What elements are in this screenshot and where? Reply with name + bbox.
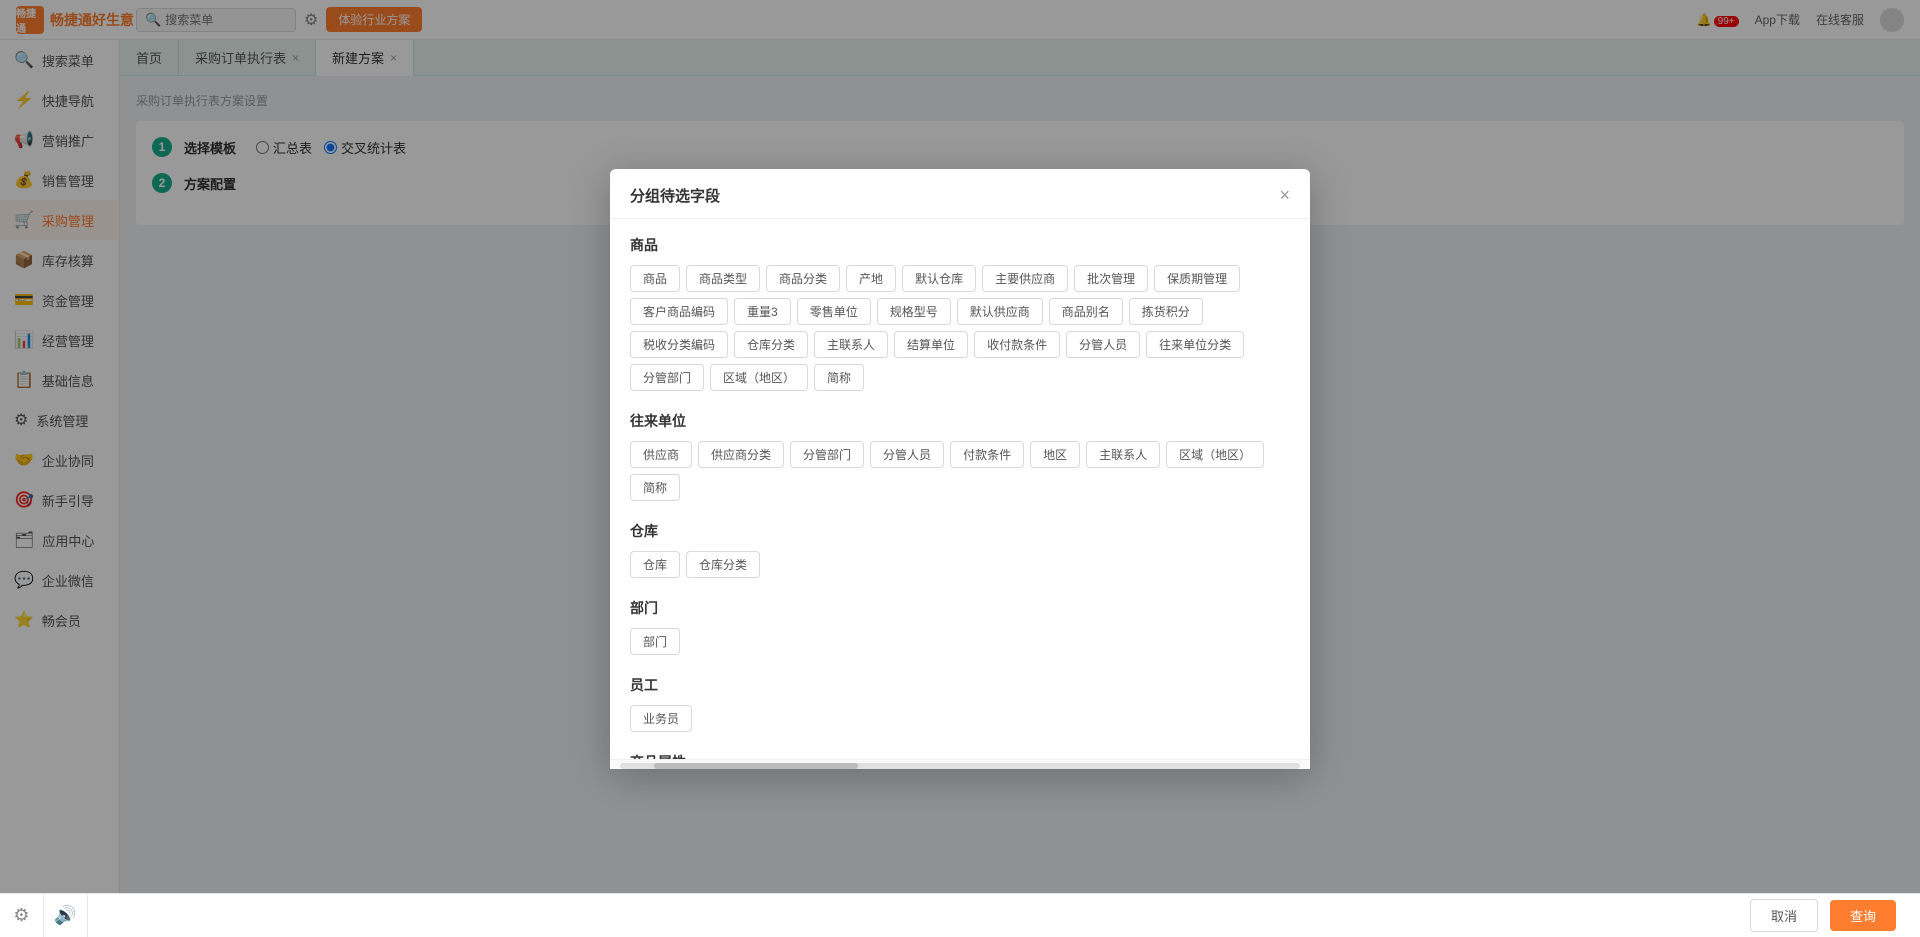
field-tag[interactable]: 商品类型 <box>686 265 760 292</box>
modal-title: 分组待选字段 <box>630 185 720 206</box>
field-tag[interactable]: 区域（地区） <box>710 364 808 391</box>
field-tag[interactable]: 供应商分类 <box>698 441 784 468</box>
field-tag[interactable]: 商品分类 <box>766 265 840 292</box>
field-tag[interactable]: 商品别名 <box>1049 298 1123 325</box>
field-tags-employee: 业务员 <box>630 705 1290 732</box>
field-tag[interactable]: 结算单位 <box>894 331 968 358</box>
field-group-title-product-attr: 商品属性 <box>630 752 1290 759</box>
field-group-title-product: 商品 <box>630 235 1290 255</box>
field-tag[interactable]: 简称 <box>814 364 864 391</box>
field-group-product: 商品商品商品类型商品分类产地默认仓库主要供应商批次管理保质期管理客户商品编码重量… <box>630 235 1290 391</box>
field-tag[interactable]: 分管部门 <box>790 441 864 468</box>
confirm-button[interactable]: 查询 <box>1830 900 1896 931</box>
field-tag[interactable]: 分管部门 <box>630 364 704 391</box>
field-tag[interactable]: 仓库分类 <box>686 551 760 578</box>
field-tag[interactable]: 税收分类编码 <box>630 331 728 358</box>
field-tag[interactable]: 主联系人 <box>1086 441 1160 468</box>
field-group-warehouse: 仓库仓库仓库分类 <box>630 521 1290 578</box>
field-tags-product: 商品商品类型商品分类产地默认仓库主要供应商批次管理保质期管理客户商品编码重量3零… <box>630 265 1290 391</box>
cancel-button[interactable]: 取消 <box>1750 899 1818 932</box>
field-group-title-warehouse: 仓库 <box>630 521 1290 541</box>
field-tag[interactable]: 默认仓库 <box>902 265 976 292</box>
field-tag[interactable]: 分管人员 <box>870 441 944 468</box>
field-tag[interactable]: 批次管理 <box>1074 265 1148 292</box>
field-tag[interactable]: 商品 <box>630 265 680 292</box>
field-tag[interactable]: 仓库 <box>630 551 680 578</box>
field-tags-warehouse: 仓库仓库分类 <box>630 551 1290 578</box>
field-select-modal: 分组待选字段 × 商品商品商品类型商品分类产地默认仓库主要供应商批次管理保质期管… <box>610 169 1310 769</box>
field-tag[interactable]: 拣货积分 <box>1129 298 1203 325</box>
field-group-partner: 往来单位供应商供应商分类分管部门分管人员付款条件地区主联系人区域（地区） 简称 <box>630 411 1290 501</box>
modal-close-btn[interactable]: × <box>1279 185 1290 206</box>
audio-icon-btn[interactable]: 🔊 <box>44 894 88 937</box>
field-group-product-attr: 商品属性属性颜色多规格尺码鞋码1 <box>630 752 1290 759</box>
field-tag[interactable]: 默认供应商 <box>957 298 1043 325</box>
field-tag[interactable]: 重量3 <box>734 298 791 325</box>
field-group-title-dept: 部门 <box>630 598 1290 618</box>
modal-header: 分组待选字段 × <box>610 169 1310 219</box>
field-tag[interactable]: 简称 <box>630 474 680 501</box>
field-tag[interactable]: 主联系人 <box>814 331 888 358</box>
field-tag[interactable]: 规格型号 <box>877 298 951 325</box>
field-tag[interactable]: 往来单位分类 <box>1146 331 1244 358</box>
field-tag[interactable]: 客户商品编码 <box>630 298 728 325</box>
field-tags-dept: 部门 <box>630 628 1290 655</box>
field-tag[interactable]: 付款条件 <box>950 441 1024 468</box>
field-group-title-partner: 往来单位 <box>630 411 1290 431</box>
field-tag[interactable]: 主要供应商 <box>982 265 1068 292</box>
field-tag[interactable]: 保质期管理 <box>1154 265 1240 292</box>
bottom-left-icons: ⚙ 🔊 <box>0 894 88 937</box>
settings-icon-btn[interactable]: ⚙ <box>0 894 44 937</box>
field-tag[interactable]: 业务员 <box>630 705 692 732</box>
field-tag[interactable]: 区域（地区） <box>1166 441 1264 468</box>
field-group-dept: 部门部门 <box>630 598 1290 655</box>
field-tag[interactable]: 零售单位 <box>797 298 871 325</box>
field-tag[interactable]: 分管人员 <box>1066 331 1140 358</box>
modal-hscroll[interactable] <box>610 759 1310 769</box>
modal-body: 商品商品商品类型商品分类产地默认仓库主要供应商批次管理保质期管理客户商品编码重量… <box>610 219 1310 759</box>
field-group-title-employee: 员工 <box>630 675 1290 695</box>
bottom-toolbar: ⚙ 🔊 取消 查询 <box>0 893 1920 937</box>
field-tags-partner: 供应商供应商分类分管部门分管人员付款条件地区主联系人区域（地区） 简称 <box>630 441 1290 501</box>
field-tag[interactable]: 仓库分类 <box>734 331 808 358</box>
field-tag[interactable]: 供应商 <box>630 441 692 468</box>
field-group-employee: 员工业务员 <box>630 675 1290 732</box>
field-tag[interactable]: 产地 <box>846 265 896 292</box>
field-tag[interactable]: 部门 <box>630 628 680 655</box>
field-tag[interactable]: 地区 <box>1030 441 1080 468</box>
field-tag[interactable]: 收付款条件 <box>974 331 1060 358</box>
